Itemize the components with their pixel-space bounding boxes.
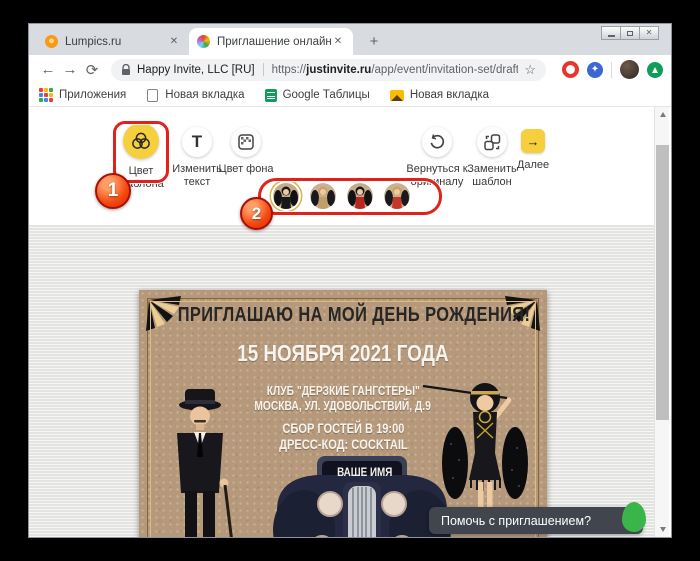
scrollbar-down-arrow[interactable] (655, 522, 670, 537)
forward-icon[interactable]: → (59, 59, 81, 81)
invitation-canvas[interactable]: ПРИГЛАШАЮ НА МОЙ ДЕНЬ РОЖДЕНИЯ! 15 НОЯБР… (139, 290, 547, 537)
arrow-right-icon: → (521, 129, 545, 153)
maximize-icon (627, 30, 633, 36)
tab-title: Приглашение онлайн и сайт ме (217, 35, 331, 48)
window-minimize-button[interactable] (601, 26, 621, 40)
button-label: Цвет фона (218, 163, 274, 175)
invitation-title: ПРИГЛАШАЮ НА МОЙ ДЕНЬ РОЖДЕНИЯ! (177, 304, 531, 326)
bookmark-label: Новая вкладка (409, 89, 490, 101)
screenshot-root: ✕ Lumpics.ru ✕ Приглашение онлайн и сайт… (0, 0, 700, 561)
window-maximize-button[interactable] (620, 26, 640, 40)
security-label: Happy Invite, LLC [RU] (137, 63, 255, 76)
url-text: https://justinvite.ru/app/event/invitati… (271, 63, 519, 76)
invite-favicon-icon (197, 35, 210, 48)
scrollbar-up-arrow[interactable] (655, 107, 670, 122)
chat-leaf-icon (622, 502, 646, 532)
close-icon: ✕ (645, 28, 653, 37)
swap-template-icon (477, 127, 507, 157)
window-controls: ✕ (601, 26, 659, 40)
annotation-rect-step1 (113, 121, 169, 183)
next-button[interactable]: → Далее (507, 125, 559, 172)
toolbar-divider (611, 61, 612, 78)
invitation-date: 15 НОЯБРЯ 2021 ГОДА (237, 340, 449, 366)
browser-window: ✕ Lumpics.ru ✕ Приглашение онлайн и сайт… (28, 23, 672, 538)
image-bookmark-icon (389, 89, 404, 101)
page-icon (147, 88, 159, 102)
window-close-button[interactable]: ✕ (639, 26, 659, 40)
text-icon: T (182, 127, 212, 157)
bookmark-star-icon[interactable]: ☆ (524, 62, 536, 78)
undo-icon (422, 127, 452, 157)
page-scrollbar[interactable] (654, 107, 669, 537)
chat-widget[interactable]: Помочь с приглашением? (429, 502, 646, 534)
annotation-rect-step2 (258, 178, 442, 215)
guest-name-field[interactable]: ВАШЕ ИМЯ (323, 465, 407, 479)
page-content: Цвет шаблона T Изменить текст Цвет фона (29, 107, 671, 537)
profile-avatar[interactable] (620, 60, 639, 79)
sheets-icon (264, 88, 277, 102)
bookmark-google-sheets[interactable]: Google Таблицы (264, 88, 370, 102)
bookmark-label: Новая вкладка (165, 89, 245, 101)
bookmark-apps[interactable]: Приложения (39, 88, 126, 102)
tab-close-icon[interactable]: ✕ (167, 35, 181, 49)
bookmark-new-tab-1[interactable]: Новая вкладка (146, 88, 245, 102)
scrollbar-thumb[interactable] (656, 145, 669, 420)
address-bar[interactable]: Happy Invite, LLC [RU] https://justinvit… (111, 58, 546, 81)
address-divider (262, 63, 264, 76)
reload-icon[interactable]: ⟳ (81, 59, 103, 81)
tab-close-icon[interactable]: ✕ (331, 35, 345, 49)
bookmarks-bar: Приложения Новая вкладка Google Таблицы … (29, 84, 671, 107)
bookmark-label: Приложения (59, 89, 127, 101)
browser-menu-update-icon[interactable] (647, 61, 663, 78)
new-tab-button[interactable]: + (363, 32, 385, 51)
annotation-badge-2: 2 (240, 197, 273, 230)
browser-navbar: ← → ⟳ Happy Invite, LLC [RU] https://jus… (29, 55, 671, 84)
back-icon[interactable]: ← (37, 59, 59, 81)
blue-extension-icon[interactable]: ✦ (587, 61, 603, 78)
minimize-icon (607, 34, 615, 37)
lock-icon (121, 63, 131, 76)
button-label: Далее (516, 159, 550, 171)
apps-grid-icon (39, 88, 53, 102)
bookmark-label: Google Таблицы (282, 89, 370, 101)
gangster-man-illustration (177, 389, 233, 537)
tab-invitation-active[interactable]: Приглашение онлайн и сайт ме ✕ (189, 28, 353, 55)
background-color-button[interactable]: Цвет фона (215, 127, 277, 176)
tab-title: Lumpics.ru (65, 35, 122, 48)
chat-message: Помочь с приглашением? (441, 513, 592, 528)
lumpics-favicon-icon (45, 35, 58, 48)
browser-titlebar: ✕ Lumpics.ru ✕ Приглашение онлайн и сайт… (29, 24, 671, 55)
annotation-badge-1: 1 (95, 173, 131, 209)
bookmark-new-tab-2[interactable]: Новая вкладка (389, 89, 490, 101)
background-color-icon (231, 127, 261, 157)
tab-lumpics[interactable]: Lumpics.ru ✕ (37, 28, 189, 55)
red-extension-icon[interactable] (562, 61, 579, 78)
